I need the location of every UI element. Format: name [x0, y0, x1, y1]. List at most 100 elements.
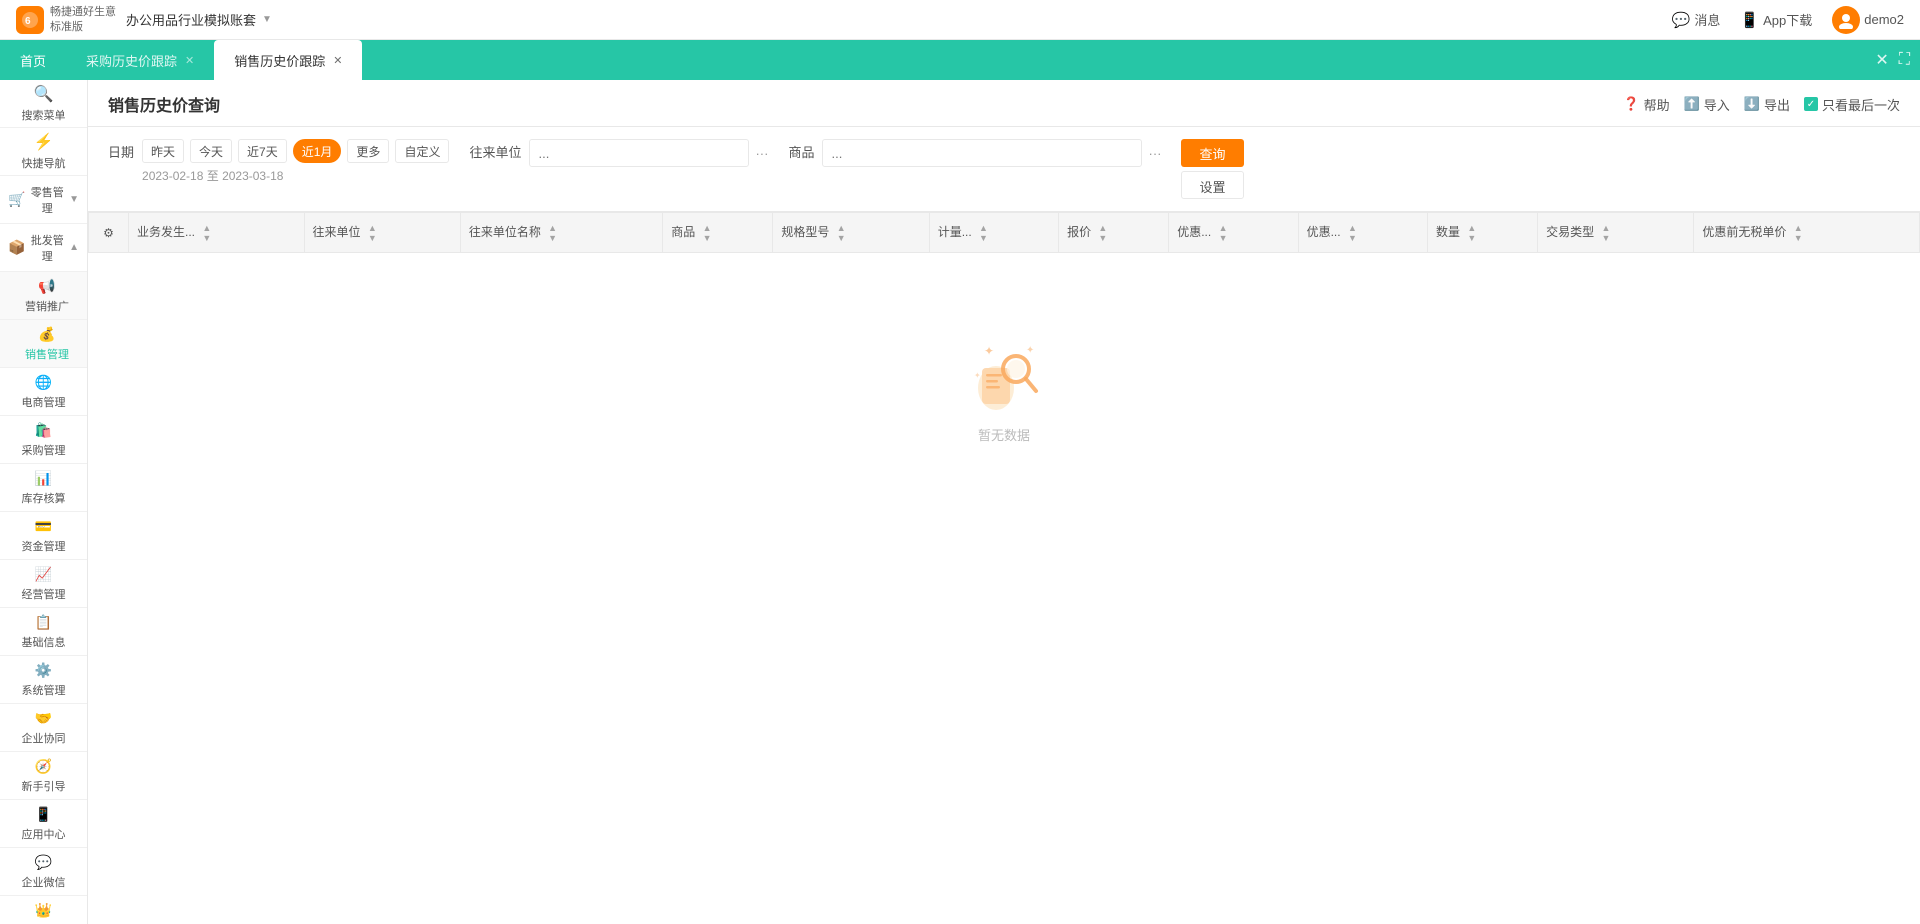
gear-icon[interactable]: ⚙: [103, 226, 114, 240]
sort-icon: ▲▼: [837, 223, 846, 243]
table-col-discount1[interactable]: 优惠... ▲▼: [1169, 213, 1298, 253]
wholesale-icon: 📦: [8, 239, 25, 256]
table-col-discount2[interactable]: 优惠... ▲▼: [1298, 213, 1427, 253]
chevron-down-icon: ▼: [262, 14, 272, 25]
product-dots-icon[interactable]: ···: [1148, 146, 1161, 161]
sidebar-item-ecommerce[interactable]: 🌐 电商管理: [0, 368, 87, 416]
partner-filter-group: 往来单位 ···: [469, 139, 768, 167]
message-button[interactable]: 💬 消息: [1672, 10, 1721, 29]
logo-text: 畅捷通好生意 标准版: [50, 5, 116, 34]
sidebar-item-enterprise-wechat[interactable]: 💬 企业微信: [0, 848, 87, 896]
sidebar-app-label: 应用中心: [22, 826, 66, 842]
tab-home[interactable]: 首页: [0, 40, 66, 80]
company-selector[interactable]: 办公用品行业模拟账套 ▼: [126, 10, 272, 29]
table-col-partner-code[interactable]: 往来单位 ▲▼: [304, 213, 460, 253]
app-download-button[interactable]: 📱 App下载: [1740, 10, 1812, 29]
preset-today[interactable]: 今天: [190, 139, 232, 163]
sidebar-item-app-center[interactable]: 📱 应用中心: [0, 800, 87, 848]
page-header-actions: ❓ 帮助 ⬆️ 导入 ⬇️ 导出 ✓ 只看最后一次: [1623, 95, 1900, 124]
partner-input[interactable]: [529, 139, 749, 167]
download-icon: 📱: [1740, 11, 1759, 29]
table-col-pretax-price[interactable]: 优惠前无税单价 ▲▼: [1694, 213, 1920, 253]
close-purchase-history-icon[interactable]: ✕: [185, 54, 194, 67]
product-filter-label: 商品: [788, 139, 814, 167]
sidebar-item-business[interactable]: 📈 经营管理: [0, 560, 87, 608]
preset-last1m[interactable]: 近1月: [293, 139, 342, 163]
empty-state: ✦ ✦ ✦ 暂无数据: [88, 253, 1920, 524]
table-col-trade-type[interactable]: 交易类型 ▲▼: [1538, 213, 1694, 253]
sidebar-sales-label: 销售管理: [25, 346, 69, 362]
sidebar-item-marketing[interactable]: 📢 营销推广: [0, 272, 87, 320]
empty-text: 暂无数据: [978, 425, 1030, 444]
sidebar-item-purchase-mgmt[interactable]: 🛍️ 采购管理: [0, 416, 87, 464]
sidebar-item-retail-mgmt[interactable]: 🛒 零售管理 ▼: [0, 176, 87, 224]
import-button[interactable]: ⬆️ 导入: [1684, 95, 1730, 114]
user-name-label: demo2: [1864, 12, 1904, 27]
table-col-partner-name[interactable]: 往来单位名称 ▲▼: [460, 213, 662, 253]
sidebar-item-finance[interactable]: 💳 资金管理: [0, 512, 87, 560]
sidebar-ecommerce-label: 电商管理: [22, 394, 66, 410]
product-input[interactable]: [822, 139, 1142, 167]
sidebar-collab-label: 企业协同: [22, 730, 66, 746]
purchase-history-tab-label: 采购历史价跟踪: [86, 51, 177, 70]
settings-button[interactable]: 设置: [1181, 171, 1243, 199]
sales-icon: 💰: [38, 326, 55, 343]
query-button[interactable]: 查询: [1181, 139, 1243, 167]
sidebar-item-enterprise-collab[interactable]: 🤝 企业协同: [0, 704, 87, 752]
logo-icon: 6: [16, 6, 44, 34]
sidebar-item-new-guide[interactable]: 🧭 新手引导: [0, 752, 87, 800]
sidebar-item-quick-nav[interactable]: ⚡ 快捷导航: [0, 128, 87, 176]
sidebar-item-sales-mgmt[interactable]: 💰 销售管理: [0, 320, 87, 368]
partner-dots-icon[interactable]: ···: [755, 146, 768, 161]
nav-icon: ⚡: [34, 132, 54, 152]
sidebar-item-inventory[interactable]: 📊 库存核算: [0, 464, 87, 512]
home-tab-label: 首页: [20, 51, 46, 70]
message-icon: 💬: [1672, 11, 1691, 29]
svg-text:✦: ✦: [974, 371, 981, 380]
close-sales-history-icon[interactable]: ✕: [333, 54, 342, 67]
table-col-quantity[interactable]: 数量 ▲▼: [1427, 213, 1537, 253]
fullscreen-icon[interactable]: ⛶: [1899, 51, 1910, 69]
inventory-icon: 📊: [35, 470, 52, 487]
message-label: 消息: [1694, 10, 1720, 29]
sidebar-item-basic-info[interactable]: 📋 基础信息: [0, 608, 87, 656]
help-button[interactable]: ❓ 帮助: [1623, 95, 1669, 114]
table-col-unit[interactable]: 计量... ▲▼: [929, 213, 1058, 253]
sidebar-purchase-label: 采购管理: [22, 442, 66, 458]
only-last-checkbox[interactable]: ✓ 只看最后一次: [1804, 95, 1900, 114]
preset-yesterday[interactable]: 昨天: [142, 139, 184, 163]
top-bar: 6 畅捷通好生意 标准版 办公用品行业模拟账套 ▼ 💬 消息 📱 App下载 d…: [0, 0, 1920, 40]
sidebar-item-search-menu[interactable]: 🔍 搜索菜单: [0, 80, 87, 128]
sort-icon: ▲▼: [1794, 223, 1803, 243]
sidebar-item-system[interactable]: ⚙️ 系统管理: [0, 656, 87, 704]
preset-more[interactable]: 更多: [347, 139, 389, 163]
page-header: 销售历史价查询 ❓ 帮助 ⬆️ 导入 ⬇️ 导出 ✓ 只看最后一次: [88, 80, 1920, 127]
preset-last7[interactable]: 近7天: [238, 139, 287, 163]
table-col-product[interactable]: 商品 ▲▼: [663, 213, 773, 253]
finance-icon: 💳: [35, 518, 52, 535]
sidebar-search-menu-label: 搜索菜单: [22, 107, 66, 123]
user-area[interactable]: demo2: [1832, 6, 1904, 34]
date-options: 昨天 今天 近7天 近1月 更多 自定义 2023-02-18 至 2023-0…: [142, 139, 449, 184]
date-presets: 昨天 今天 近7天 近1月 更多 自定义: [142, 139, 449, 163]
sidebar-finance-label: 资金管理: [22, 538, 66, 554]
table-col-biz-date[interactable]: 业务发生... ▲▼: [129, 213, 305, 253]
preset-custom[interactable]: 自定义: [395, 139, 449, 163]
sidebar-item-wholesale-mgmt[interactable]: 📦 批发管理 ▲: [0, 224, 87, 272]
export-button[interactable]: ⬇️ 导出: [1744, 95, 1790, 114]
sidebar-item-member[interactable]: 👑 畅会员: [0, 896, 87, 924]
sidebar-quick-nav-label: 快捷导航: [22, 155, 66, 171]
sidebar-wechat-label: 企业微信: [22, 874, 66, 890]
help-icon: ❓: [1623, 96, 1639, 112]
date-filter-label: 日期: [108, 139, 134, 167]
tab-purchase-history[interactable]: 采购历史价跟踪 ✕: [66, 40, 214, 80]
table-col-price[interactable]: 报价 ▲▼: [1059, 213, 1169, 253]
table-col-spec[interactable]: 规格型号 ▲▼: [773, 213, 929, 253]
search-icon: 🔍: [34, 84, 54, 104]
tab-sales-history[interactable]: 销售历史价跟踪 ✕: [214, 40, 362, 80]
sidebar-business-label: 经营管理: [22, 586, 66, 602]
business-icon: 📈: [35, 566, 52, 583]
sales-history-tab-label: 销售历史价跟踪: [234, 51, 325, 70]
table-gear-column[interactable]: ⚙: [89, 213, 129, 253]
close-all-tabs-icon[interactable]: ✕: [1875, 50, 1888, 70]
